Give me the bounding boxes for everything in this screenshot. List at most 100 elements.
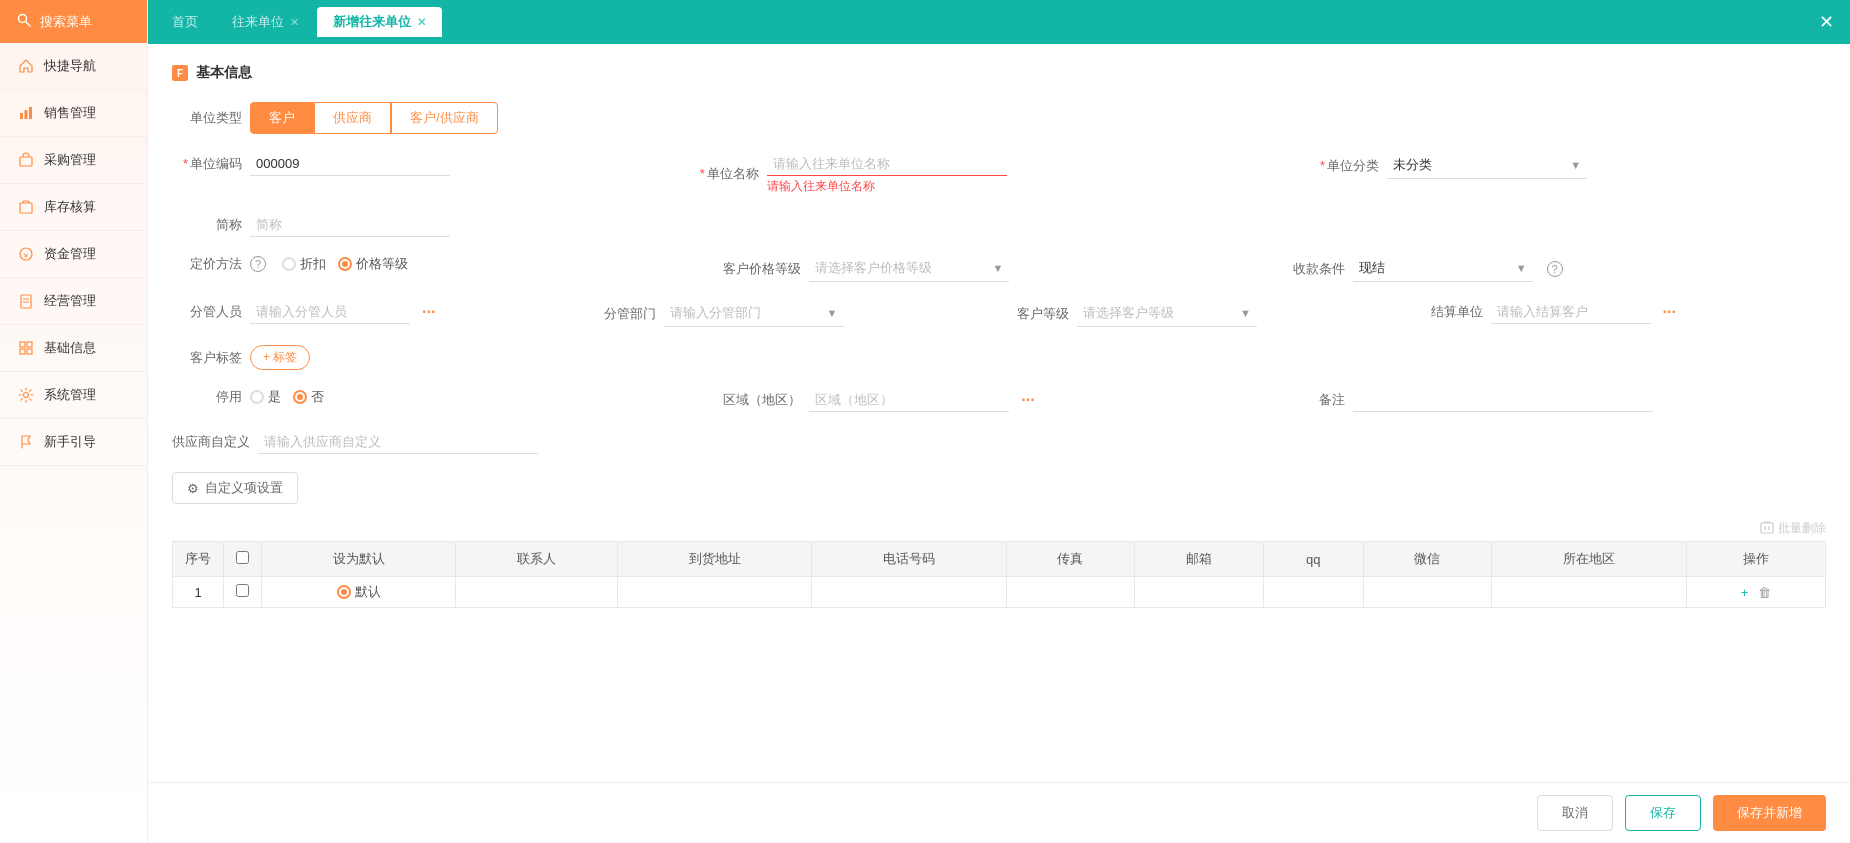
col-fax: 传真 (1006, 542, 1135, 577)
supplier-custom-row: 供应商自定义 (172, 430, 1826, 454)
region-input[interactable] (809, 388, 1009, 412)
col-qq: qq (1263, 542, 1363, 577)
unit-type-group: 客户 供应商 客户/供应商 (250, 102, 498, 134)
svg-rect-2 (20, 113, 23, 119)
form-content: F 基本信息 单位类型 客户 供应商 客户/供应商 *单位编码 *单位名称 (148, 44, 1850, 782)
short-name-input[interactable] (250, 213, 450, 237)
department-label: 分管部门 (586, 305, 656, 323)
row-address (617, 577, 811, 608)
custom-section-button[interactable]: ⚙ 自定义项设置 (172, 472, 298, 504)
row-qq (1263, 577, 1363, 608)
disabled-no-radio[interactable] (293, 390, 307, 404)
svg-rect-15 (27, 349, 32, 354)
unit-category-select[interactable]: 未分类 ▼ (1387, 152, 1587, 179)
sidebar-item-finance[interactable]: ¥ 资金管理 (0, 231, 147, 278)
settlement-more-btn[interactable]: ··· (1659, 303, 1680, 321)
batch-delete-area: 批量删除 (172, 520, 1826, 537)
sidebar-item-basic[interactable]: 基础信息 (0, 325, 147, 372)
row-fax (1006, 577, 1135, 608)
unit-btn-supplier[interactable]: 供应商 (314, 102, 391, 134)
sidebar-item-inventory[interactable]: 库存核算 (0, 184, 147, 231)
svg-point-0 (19, 15, 27, 23)
svg-rect-12 (20, 342, 25, 347)
disabled-field: 停用 是 否 (172, 388, 723, 406)
unit-code-input[interactable] (250, 152, 450, 176)
bag-icon (16, 150, 36, 170)
sidebar-item-purchase[interactable]: 采购管理 (0, 137, 147, 184)
row-default-radio[interactable]: 默认 (274, 583, 443, 601)
disabled-yes-radio[interactable] (250, 390, 264, 404)
manager-input[interactable] (250, 300, 410, 324)
region-more-btn[interactable]: ··· (1017, 391, 1038, 409)
region-label: 区域（地区） (723, 391, 801, 409)
tab-partners[interactable]: 往来单位 ✕ (216, 7, 315, 37)
tab-home[interactable]: 首页 (156, 7, 214, 37)
short-name-field: 简称 (172, 213, 1826, 237)
sidebar-item-system[interactable]: 系统管理 (0, 372, 147, 419)
window-close-button[interactable]: ✕ (1811, 11, 1842, 33)
department-select[interactable]: 请输入分管部门 ▼ (664, 300, 844, 327)
row-contact (456, 577, 618, 608)
supplier-custom-input[interactable] (258, 430, 538, 454)
sidebar-item-guide[interactable]: 新手引导 (0, 419, 147, 466)
disabled-yes[interactable]: 是 (250, 388, 281, 406)
unit-type-row: 单位类型 客户 供应商 客户/供应商 (172, 102, 1826, 134)
payment-terms-help[interactable]: ? (1547, 261, 1563, 277)
disabled-no[interactable]: 否 (293, 388, 324, 406)
col-default: 设为默认 (262, 542, 456, 577)
clipboard-icon (16, 291, 36, 311)
customer-tag-field: 客户标签 + 标签 (172, 345, 1826, 370)
discount-radio[interactable] (282, 257, 296, 271)
save-button[interactable]: 保存 (1625, 795, 1701, 831)
select-all-checkbox[interactable] (236, 551, 249, 564)
pricing-level-option[interactable]: 价格等级 (338, 255, 408, 273)
department-field: 分管部门 请输入分管部门 ▼ (586, 300, 1000, 327)
unit-name-input[interactable] (767, 152, 1007, 176)
supplier-custom-label: 供应商自定义 (172, 433, 250, 451)
customer-price-level-placeholder: 请选择客户价格等级 (815, 259, 932, 277)
unit-btn-customer[interactable]: 客户 (250, 102, 314, 134)
chart-icon (16, 103, 36, 123)
settlement-unit-label: 结算单位 (1413, 303, 1483, 321)
default-radio[interactable] (337, 585, 351, 599)
tab-new-partner[interactable]: 新增往来单位 ✕ (317, 7, 442, 37)
save-new-button[interactable]: 保存并新增 (1713, 795, 1826, 831)
row-select-checkbox[interactable] (236, 584, 249, 597)
svg-rect-4 (29, 107, 32, 119)
sidebar-item-quick-nav[interactable]: 快捷导航 (0, 43, 147, 90)
cancel-button[interactable]: 取消 (1537, 795, 1613, 831)
sidebar-item-label: 销售管理 (44, 104, 96, 122)
svg-rect-14 (20, 349, 25, 354)
search-icon (16, 12, 32, 31)
row-delete-btn[interactable]: 🗑 (1758, 585, 1771, 600)
sidebar: 搜索菜单 快捷导航 销售管理 采购管理 库存核算 ¥ 资金管理 经营管理 (0, 0, 148, 843)
tab-partners-close[interactable]: ✕ (290, 16, 299, 29)
row-add-btn[interactable]: + (1741, 585, 1749, 600)
manager-more-btn[interactable]: ··· (418, 303, 439, 321)
svg-line-1 (26, 22, 30, 26)
payment-terms-field: 收款条件 现结 ▼ ? (1275, 255, 1826, 282)
sidebar-item-label: 快捷导航 (44, 57, 96, 75)
payment-terms-select[interactable]: 现结 ▼ (1353, 255, 1533, 282)
tab-new-partner-close[interactable]: ✕ (417, 16, 426, 29)
unit-category-field: *单位分类 未分类 ▼ (1309, 152, 1826, 179)
settlement-unit-input[interactable] (1491, 300, 1651, 324)
customer-level-label: 客户等级 (999, 305, 1069, 323)
search-menu[interactable]: 搜索菜单 (0, 0, 147, 43)
pricing-method-field: 定价方法 ? 折扣 价格等级 (172, 255, 723, 273)
remarks-input[interactable] (1353, 388, 1653, 412)
sidebar-item-sales[interactable]: 销售管理 (0, 90, 147, 137)
pricing-method-help[interactable]: ? (250, 256, 266, 272)
pricing-discount-option[interactable]: 折扣 (282, 255, 326, 273)
customer-price-level-select[interactable]: 请选择客户价格等级 ▼ (809, 255, 1009, 282)
customer-level-select[interactable]: 请选择客户等级 ▼ (1077, 300, 1257, 327)
level-radio[interactable] (338, 257, 352, 271)
batch-delete-label[interactable]: 批量删除 (1778, 520, 1826, 537)
code-name-category-row: *单位编码 *单位名称 请输入往来单位名称 *单位分类 未分类 ▼ (172, 152, 1826, 195)
sidebar-item-operations[interactable]: 经营管理 (0, 278, 147, 325)
add-tag-button[interactable]: + 标签 (250, 345, 310, 370)
unit-btn-both[interactable]: 客户/供应商 (391, 102, 498, 134)
flag-icon (16, 432, 36, 452)
unit-type-label: 单位类型 (172, 109, 242, 127)
disabled-label: 停用 (172, 388, 242, 406)
